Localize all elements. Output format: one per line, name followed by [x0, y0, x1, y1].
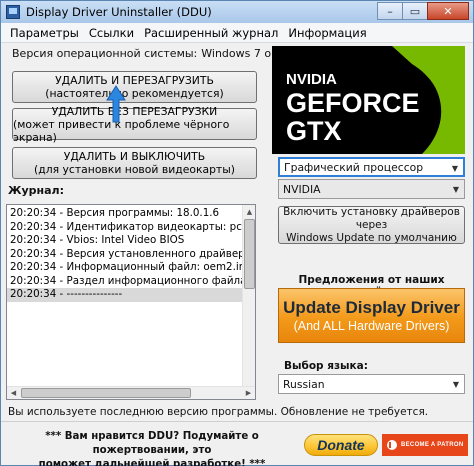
log-line[interactable]: 20:20:34 - Версия установленного драйвер… — [7, 248, 243, 262]
log-vertical-scroll-thumb[interactable] — [244, 219, 255, 289]
menu-bar: Параметры Ссылки Расширенный журнал Инфо… — [1, 23, 473, 43]
clean-no-restart-note: (может привести к проблеме чёрного экран… — [13, 117, 230, 144]
clean-no-restart-button[interactable]: УДАЛИТЬ БЕЗ ПЕРЕЗАГРУЗКИ (может привести… — [12, 104, 257, 144]
maximize-button[interactable]: ▭ — [402, 2, 428, 20]
menu-item-info[interactable]: Информация — [283, 26, 371, 40]
menu-item-links[interactable]: Ссылки — [84, 26, 139, 40]
minimize-button[interactable]: – — [377, 2, 403, 20]
window-title: Display Driver Uninstaller (DDU) — [26, 5, 212, 19]
chevron-down-icon[interactable]: ▼ — [447, 159, 463, 177]
clean-and-restart-button[interactable]: УДАЛИТЬ И ПЕРЕЗАГРУЗИТЬ (настоятельно ре… — [12, 71, 257, 103]
language-label: Выбор языка: — [284, 360, 368, 372]
language-select[interactable]: Russian ▼ — [278, 374, 465, 394]
become-a-patron-button[interactable]: BECOME A PATRON — [382, 434, 468, 456]
log-line[interactable]: 20:20:34 - Раздел информационного файла:… — [7, 275, 243, 289]
patreon-icon — [387, 440, 397, 450]
clean-and-restart-note: (настоятельно рекомендуется) — [45, 87, 224, 100]
log-horizontal-scroll-thumb[interactable] — [21, 388, 191, 398]
log-label: Журнал: — [8, 184, 64, 197]
log-line[interactable]: 20:20:34 - Идентификатор видеокарты: pci… — [7, 221, 243, 235]
donate-button[interactable]: Donate — [304, 434, 378, 456]
device-type-select[interactable]: Графический процессор ▼ — [278, 157, 465, 177]
log-line[interactable]: 20:20:34 - Версия программы: 18.0.1.6 — [7, 207, 243, 221]
windows-update-line2: Windows Update по умолчанию — [286, 231, 457, 244]
language-value: Russian — [283, 377, 325, 391]
log-lines: 20:20:34 - Версия программы: 18.0.1.6 20… — [7, 207, 243, 302]
update-banner-subtitle: (And ALL Hardware Drivers) — [293, 318, 450, 333]
clean-no-restart-title: УДАЛИТЬ БЕЗ ПЕРЕЗАГРУЗКИ — [51, 104, 218, 118]
log-horizontal-scrollbar[interactable]: ◀ ▶ — [7, 386, 255, 399]
nvidia-geforce-gtx-logo: NVIDIA GEFORCE GTX — [272, 46, 465, 154]
title-bar[interactable]: Display Driver Uninstaller (DDU) – ▭ ✕ — [1, 1, 473, 23]
scroll-left-icon[interactable]: ◀ — [7, 387, 20, 399]
pointer-arrow-icon — [106, 85, 126, 123]
log-vertical-scrollbar[interactable]: ▲ — [242, 205, 255, 386]
clean-and-restart-title: УДАЛИТЬ И ПЕРЕЗАГРУЗИТЬ — [55, 74, 214, 87]
app-icon — [6, 5, 20, 19]
enable-windows-update-drivers-button[interactable]: Включить установку драйверов через Windo… — [278, 206, 465, 244]
donation-footer: *** Вам нравится DDU? Подумайте о пожерт… — [1, 421, 473, 466]
donation-message-line1: *** Вам нравится DDU? Подумайте о пожерт… — [45, 431, 259, 456]
update-status-text: Вы используете последнюю версию программ… — [8, 406, 429, 418]
clean-and-shutdown-button[interactable]: УДАЛИТЬ И ВЫКЛЮЧИТЬ (для установки новой… — [12, 147, 257, 179]
vendor-select[interactable]: NVIDIA ▼ — [278, 179, 465, 199]
window-controls: – ▭ ✕ — [377, 2, 469, 20]
os-version-label: Версия операционной системы: — [12, 47, 198, 60]
gtx-text: GTX — [286, 116, 342, 146]
ddu-window: Display Driver Uninstaller (DDU) – ▭ ✕ П… — [0, 0, 474, 466]
donation-message-line2: поможет дальнейшей разработке! *** — [38, 459, 266, 466]
log-listbox[interactable]: 20:20:34 - Версия программы: 18.0.1.6 20… — [6, 204, 256, 400]
menu-item-advanced-log[interactable]: Расширенный журнал — [139, 26, 283, 40]
nvidia-brand-text: NVIDIA — [286, 71, 337, 88]
clean-and-shutdown-title: УДАЛИТЬ И ВЫКЛЮЧИТЬ — [63, 150, 206, 163]
menu-item-settings[interactable]: Параметры — [5, 26, 84, 40]
device-type-value: Графический процессор — [284, 160, 424, 174]
vendor-value: NVIDIA — [283, 182, 321, 196]
scroll-up-icon[interactable]: ▲ — [243, 205, 255, 218]
log-line[interactable]: 20:20:34 - Информационный файл: oem2.inf — [7, 261, 243, 275]
geforce-text: GEFORCE — [286, 88, 420, 118]
chevron-down-icon[interactable]: ▼ — [448, 375, 464, 393]
chevron-down-icon[interactable]: ▼ — [448, 180, 464, 198]
update-display-driver-banner[interactable]: Update Display Driver (And ALL Hardware … — [278, 288, 465, 343]
clean-and-shutdown-note: (для установки новой видеокарты) — [34, 163, 235, 176]
log-line-selected[interactable]: 20:20:34 - --------------- — [7, 288, 243, 302]
scroll-right-icon[interactable]: ▶ — [242, 387, 255, 399]
patron-label: BECOME A PATRON — [401, 442, 464, 448]
windows-update-line1: Включить установку драйверов через — [283, 205, 460, 231]
donation-message: *** Вам нравится DDU? Подумайте о пожерт… — [7, 430, 297, 466]
log-line[interactable]: 20:20:34 - Vbios: Intel Video BIOS — [7, 234, 243, 248]
close-button[interactable]: ✕ — [427, 2, 469, 20]
update-banner-title: Update Display Driver — [283, 297, 460, 317]
